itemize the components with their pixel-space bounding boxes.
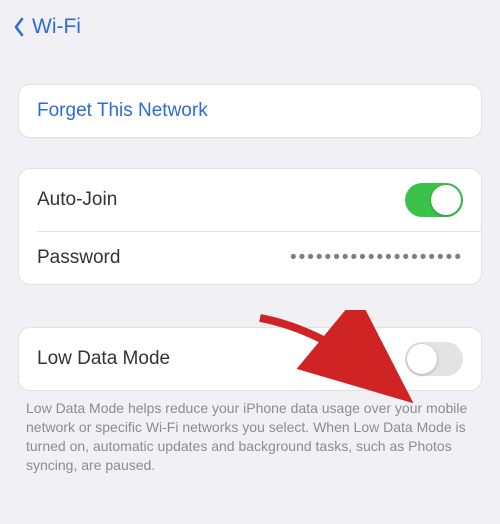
low-data-mode-toggle[interactable] — [405, 342, 463, 376]
password-label: Password — [37, 247, 120, 269]
forget-network-button[interactable]: Forget This Network — [19, 85, 481, 137]
low-data-mode-label: Low Data Mode — [37, 348, 170, 370]
auto-join-row: Auto-Join — [19, 169, 481, 231]
password-row[interactable]: Password •••••••••••••••••••• — [19, 232, 481, 284]
nav-back-label: Wi-Fi — [32, 15, 81, 39]
auto-join-toggle[interactable] — [405, 183, 463, 217]
auto-join-label: Auto-Join — [37, 189, 117, 211]
forget-network-label: Forget This Network — [37, 100, 208, 122]
toggle-knob — [407, 344, 437, 374]
low-data-mode-row: Low Data Mode — [19, 328, 481, 390]
chevron-left-icon — [10, 14, 28, 40]
connection-settings-card: Auto-Join Password •••••••••••••••••••• — [18, 168, 482, 285]
toggle-knob — [431, 185, 461, 215]
low-data-mode-description: Low Data Mode helps reduce your iPhone d… — [0, 391, 500, 475]
password-value: •••••••••••••••••••• — [120, 247, 463, 269]
nav-back[interactable]: Wi-Fi — [0, 0, 500, 48]
forget-network-card: Forget This Network — [18, 84, 482, 138]
low-data-mode-card: Low Data Mode — [18, 327, 482, 391]
